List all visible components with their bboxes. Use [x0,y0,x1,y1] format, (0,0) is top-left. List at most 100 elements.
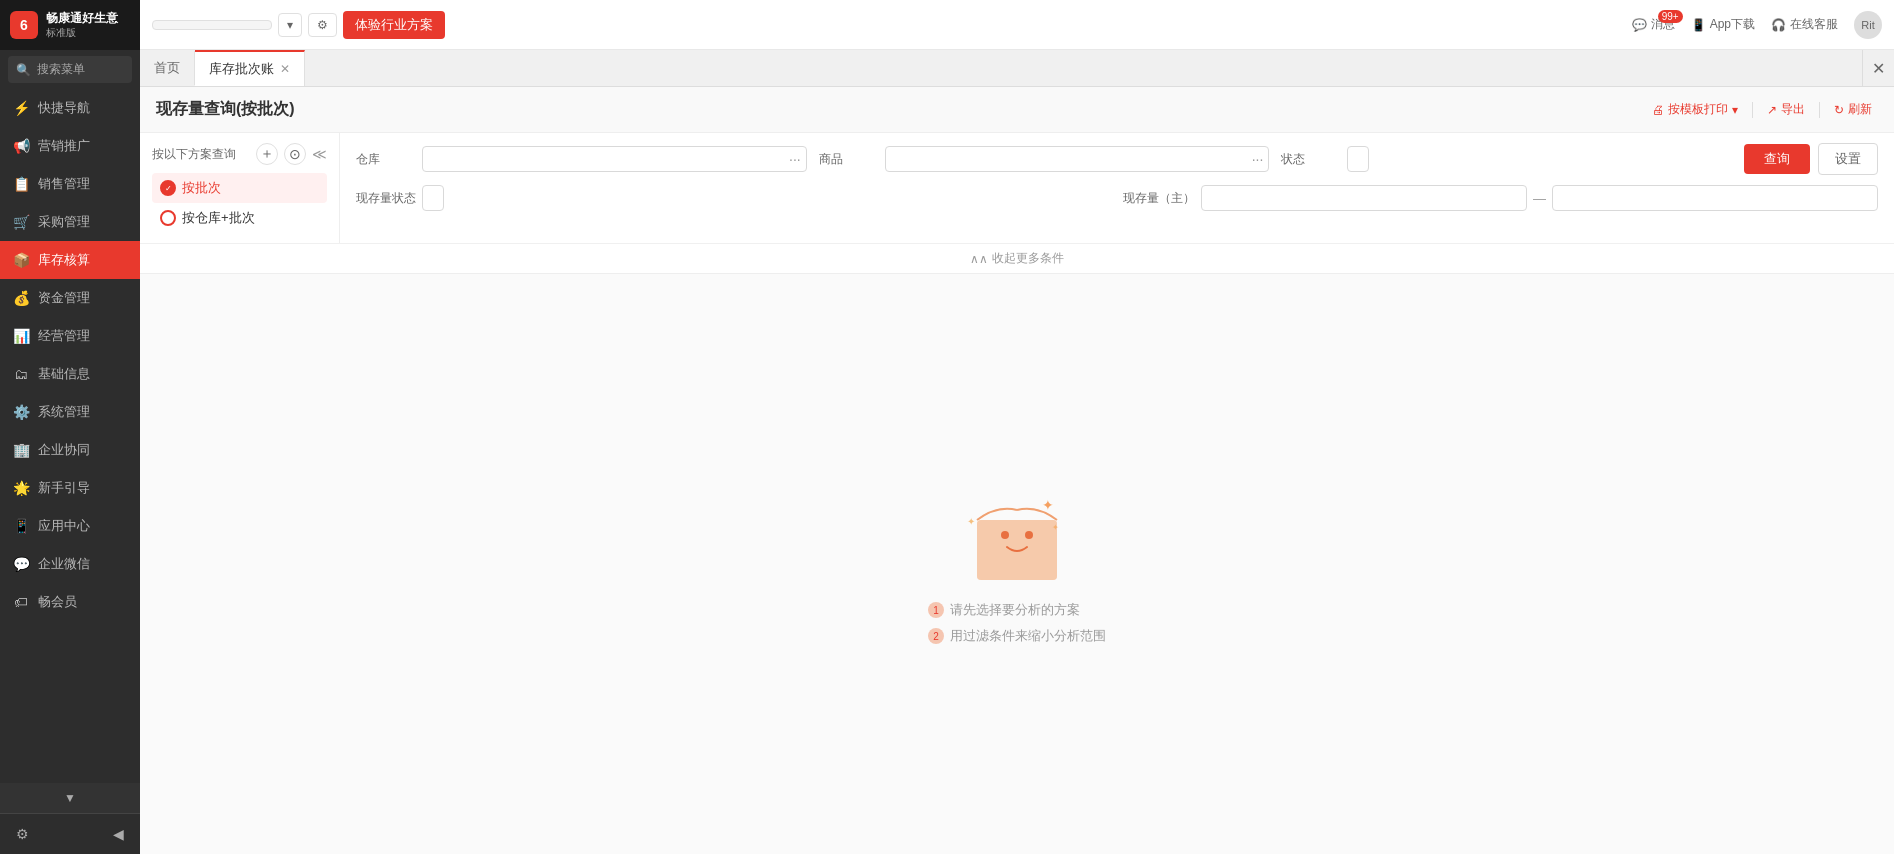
print-template-btn[interactable]: 🖨 按模板打印 ▾ [1646,97,1744,122]
sidebar-item-system[interactable]: ⚙️ 系统管理 [0,393,140,431]
export-btn[interactable]: ↗ 导出 [1761,97,1811,122]
collapse-icon: ∧∧ [970,252,988,266]
sidebar-item-purchase[interactable]: 🛒 采购管理 [0,203,140,241]
sidebar-footer: ⚙ ◀ [0,813,140,854]
nav-icon-operation: 📊 [12,327,30,345]
nav-label-finance: 资金管理 [38,289,90,307]
collapse-more-btn[interactable]: ∧∧ 收起更多条件 [970,250,1064,267]
filter-row-2: 现存量状态 现存量（主） — [356,185,1878,211]
main-area: ▾ ⚙ 体验行业方案 💬 消息 99+ 📱 App下载 🎧 在线客服 Rit [140,0,1894,854]
company-name: 畅康通好生意 [46,11,118,27]
filter-section: 按以下方案查询 ＋ ⊙ ≪ ✓ 按批次 按仓库+批次 [140,133,1894,243]
dropdown-arrow-button[interactable]: ▾ [278,13,302,37]
app-download-btn[interactable]: 📱 App下载 [1691,16,1755,33]
filter-status-field: 状态 [1281,146,1732,172]
filter-inventory-qty-min[interactable] [1201,185,1527,211]
nav-icon-quicknav: ⚡ [12,99,30,117]
topbar-right: 💬 消息 99+ 📱 App下载 🎧 在线客服 Rit [1632,11,1882,39]
sidebar-item-member[interactable]: 🏷 畅会员 [0,583,140,621]
sidebar-item-quicknav[interactable]: ⚡ 快捷导航 [0,89,140,127]
filter-inventory-status-field: 现存量状态 [356,185,1111,211]
svg-point-3 [1025,531,1033,539]
filter-warehouse-dots-btn[interactable]: ··· [789,151,801,167]
app-version: 标准版 [46,26,118,39]
filter-scheme-batch[interactable]: ✓ 按批次 [152,173,327,203]
sidebar-nav: ⚡ 快捷导航 📢 营销推广 📋 销售管理 🛒 采购管理 📦 库存核算 💰 资金管… [0,89,140,783]
filter-warehouse-input-wrap: ··· [422,146,807,172]
nav-icon-system: ⚙️ [12,403,30,421]
sidebar-item-sales[interactable]: 📋 销售管理 [0,165,140,203]
nav-label-system: 系统管理 [38,403,90,421]
refresh-btn[interactable]: ↻ 刷新 [1828,97,1878,122]
sidebar-item-newbie[interactable]: 🌟 新手引导 [0,469,140,507]
query-button[interactable]: 查询 [1744,144,1810,174]
nav-icon-inventory: 📦 [12,251,30,269]
page-header-actions: 🖨 按模板打印 ▾ ↗ 导出 ↻ 刷新 [1646,97,1878,122]
experience-btn[interactable]: 体验行业方案 [343,11,445,39]
svg-text:✦: ✦ [1042,497,1054,513]
filter-product-input[interactable] [885,146,1270,172]
filter-scheme-batch-label: 按批次 [182,179,221,197]
nav-label-inventory: 库存核算 [38,251,90,269]
sidebar-search[interactable]: 🔍 搜索菜单 [8,56,132,83]
empty-area: ✦ ✦ ✦ 1 请先选择要分析的方案 2 用过滤条件来缩小分析范围 [140,274,1894,854]
empty-hint-1: 1 请先选择要分析的方案 [928,601,1106,619]
nav-label-enterprise: 企业协同 [38,441,90,459]
sidebar: 6 畅康通好生意 标准版 🔍 搜索菜单 ⚡ 快捷导航 📢 营销推广 📋 销售管理… [0,0,140,854]
settings-button[interactable]: ⚙ [12,822,33,846]
collapse-row: ∧∧ 收起更多条件 [140,243,1894,273]
filter-product-label: 商品 [819,151,879,168]
user-profile-btn[interactable]: Rit [1854,11,1882,39]
sidebar-item-inventory[interactable]: 📦 库存核算 [0,241,140,279]
content-area: 现存量查询(按批次) 🖨 按模板打印 ▾ ↗ 导出 ↻ 刷新 [140,87,1894,854]
sidebar-item-enterprise[interactable]: 🏢 企业协同 [0,431,140,469]
messages-btn[interactable]: 💬 消息 99+ [1632,16,1675,33]
settings-gear-button[interactable]: ⚙ [308,13,337,37]
sidebar-item-basic[interactable]: 🗂 基础信息 [0,355,140,393]
sidebar-item-apps[interactable]: 📱 应用中心 [0,507,140,545]
filter-collapse-left-btn[interactable]: ≪ [312,143,327,165]
page-header: 现存量查询(按批次) 🖨 按模板打印 ▾ ↗ 导出 ↻ 刷新 [140,87,1894,133]
nav-label-member: 畅会员 [38,593,77,611]
online-service-label: 在线客服 [1790,16,1838,33]
tab-inventory-batch-label: 库存批次账 [209,60,274,78]
filter-inventory-qty-max[interactable] [1552,185,1878,211]
filter-scheme-panel: 按以下方案查询 ＋ ⊙ ≪ ✓ 按批次 按仓库+批次 [140,133,340,243]
filter-panel: 按以下方案查询 ＋ ⊙ ≪ ✓ 按批次 按仓库+批次 [140,133,1894,274]
filter-inventory-status-select[interactable] [422,185,444,211]
sidebar-item-wechat[interactable]: 💬 企业微信 [0,545,140,583]
sidebar-scroll-down[interactable]: ▼ [0,787,140,809]
setting-button[interactable]: 设置 [1818,143,1878,175]
filter-status-select[interactable] [1347,146,1369,172]
nav-label-quicknav: 快捷导航 [38,99,90,117]
filter-settings-scheme-btn[interactable]: ⊙ [284,143,306,165]
online-service-btn[interactable]: 🎧 在线客服 [1771,16,1838,33]
tab-close-icon[interactable]: ✕ [280,62,290,76]
filter-status-label: 状态 [1281,151,1341,168]
sidebar-item-marketing[interactable]: 📢 营销推广 [0,127,140,165]
nav-icon-sales: 📋 [12,175,30,193]
filter-fields-panel: 仓库 ··· 商品 ··· [340,133,1894,243]
collapse-sidebar-button[interactable]: ◀ [109,822,128,846]
filter-scheme-icons: ＋ ⊙ ≪ [256,143,327,165]
tab-home[interactable]: 首页 [140,51,195,85]
filter-scheme-warehouse-batch-label: 按仓库+批次 [182,209,255,227]
filter-warehouse-input[interactable] [422,146,807,172]
filter-warehouse-field: 仓库 ··· [356,146,807,172]
filter-scheme-warehouse-batch[interactable]: 按仓库+批次 [152,203,327,233]
nav-icon-member: 🏷 [12,593,30,611]
tab-close-panel[interactable]: ✕ [1862,50,1894,86]
tab-inventory-batch[interactable]: 库存批次账 ✕ [195,50,305,86]
svg-text:✦: ✦ [1052,523,1059,532]
nav-label-apps: 应用中心 [38,517,90,535]
sidebar-item-operation[interactable]: 📊 经营管理 [0,317,140,355]
filter-add-scheme-btn[interactable]: ＋ [256,143,278,165]
print-dropdown-icon: ▾ [1732,103,1738,117]
filter-product-dots-btn[interactable]: ··· [1252,151,1264,167]
app-download-icon: 📱 [1691,18,1706,32]
nav-icon-newbie: 🌟 [12,479,30,497]
messages-badge: 99+ [1658,10,1683,23]
nav-label-sales: 销售管理 [38,175,90,193]
sidebar-item-finance[interactable]: 💰 资金管理 [0,279,140,317]
message-icon: 💬 [1632,18,1647,32]
